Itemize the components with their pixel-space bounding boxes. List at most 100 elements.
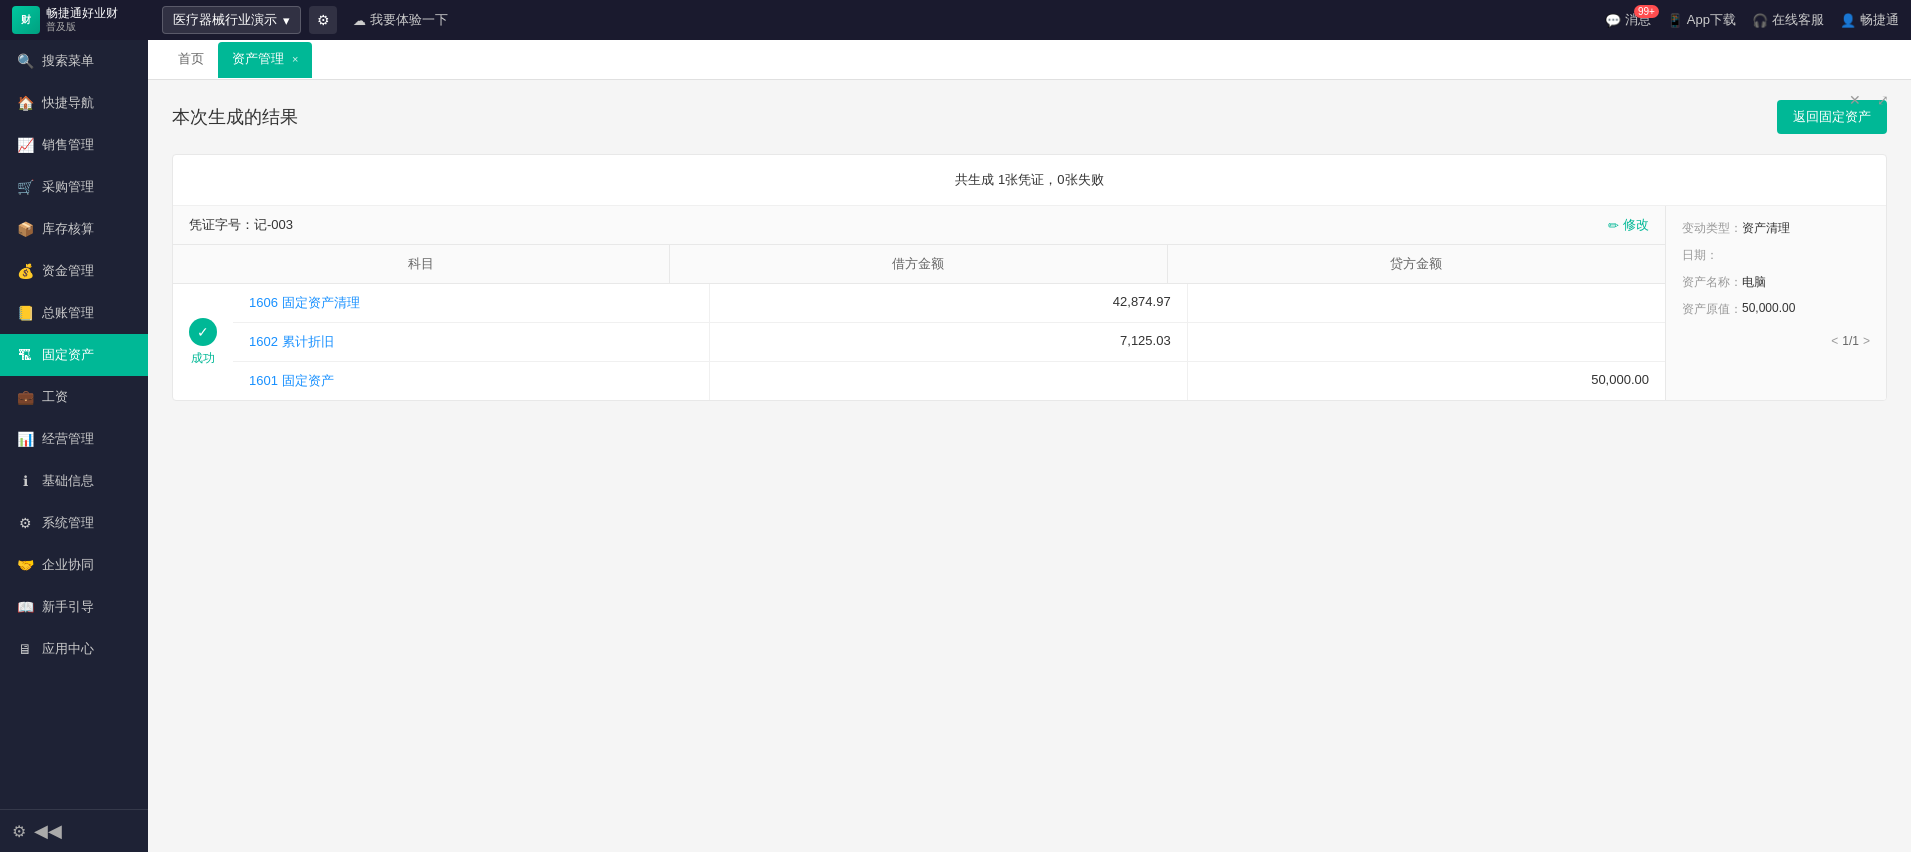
sales-icon: 📈 — [16, 136, 34, 154]
page-title-row: 本次生成的结果 返回固定资产 — [172, 100, 1887, 134]
info-change-type: 变动类型： 资产清理 — [1682, 220, 1870, 237]
collapse-icon[interactable]: ◀◀ — [34, 820, 62, 842]
table-row: 1601 固定资产 50,000.00 — [233, 362, 1665, 400]
online-service-button[interactable]: 🎧 在线客服 — [1752, 11, 1824, 29]
sidebar-item-quick-nav[interactable]: 🏠 快捷导航 — [0, 82, 148, 124]
home-icon: 🏠 — [16, 94, 34, 112]
inventory-icon: 📦 — [16, 220, 34, 238]
row1-subject: 1606 固定资产清理 — [233, 284, 710, 322]
table-row: 1606 固定资产清理 42,874.97 — [233, 284, 1665, 323]
row2-subject: 1602 累计折旧 — [233, 323, 710, 361]
header-middle: 医疗器械行业演示 ▾ ⚙ ☁ 我要体验一下 — [152, 6, 1605, 34]
app-download-button[interactable]: 📱 App下载 — [1667, 11, 1736, 29]
voucher-table: 科目 借方金额 贷方金额 ✓ 成功 — [173, 245, 1665, 400]
sidebar-label-basic-info: 基础信息 — [42, 472, 94, 490]
sidebar-item-payroll[interactable]: 💼 工资 — [0, 376, 148, 418]
asset-name-value: 电脑 — [1742, 274, 1766, 291]
service-icon: 🎧 — [1752, 13, 1768, 28]
payroll-icon: 💼 — [16, 388, 34, 406]
sidebar-item-system[interactable]: ⚙ 系统管理 — [0, 502, 148, 544]
fixed-assets-icon: 🏗 — [16, 346, 34, 364]
next-page-button[interactable]: > — [1863, 334, 1870, 348]
tab-asset-management-label: 资产管理 — [232, 50, 284, 68]
sidebar-item-enterprise[interactable]: 🤝 企业协同 — [0, 544, 148, 586]
app-name: 畅捷通好业财 — [46, 6, 118, 20]
user-icon: 👤 — [1840, 13, 1856, 28]
page-info: 1/1 — [1842, 334, 1859, 348]
info-date: 日期： — [1682, 247, 1870, 264]
sidebar-item-capital[interactable]: 💰 资金管理 — [0, 250, 148, 292]
page-content: 本次生成的结果 返回固定资产 共生成 1张凭证，0张失败 凭证字号：记-003 … — [148, 80, 1911, 852]
sidebar-item-inventory[interactable]: 📦 库存核算 — [0, 208, 148, 250]
ledger-icon: 📒 — [16, 304, 34, 322]
success-circle-icon: ✓ — [189, 318, 217, 346]
voucher-right: 变动类型： 资产清理 日期： 资产名称： 电脑 资产原值： — [1666, 206, 1886, 400]
system-icon: ⚙ — [16, 514, 34, 532]
user-button[interactable]: 👤 畅捷通 — [1840, 11, 1899, 29]
settings-bottom-icon[interactable]: ⚙ — [12, 822, 26, 841]
col-debit: 借方金额 — [670, 245, 1167, 283]
row2-debit: 7,125.03 — [710, 323, 1187, 361]
search-icon: 🔍 — [16, 52, 34, 70]
expand-panel-button[interactable]: ⤢ — [1871, 88, 1895, 112]
basic-info-icon: ℹ — [16, 472, 34, 490]
row2-credit — [1188, 323, 1665, 361]
success-indicator: ✓ 成功 — [173, 284, 233, 400]
dropdown-arrow-icon: ▾ — [283, 13, 290, 28]
row1-debit: 42,874.97 — [710, 284, 1187, 322]
experience-label: 我要体验一下 — [370, 11, 448, 29]
close-panel-button[interactable]: ✕ — [1843, 88, 1867, 112]
sidebar-label-management: 经营管理 — [42, 430, 94, 448]
tab-close-button[interactable]: × — [292, 53, 298, 65]
experience-button[interactable]: ☁ 我要体验一下 — [345, 7, 456, 33]
sidebar-item-sales[interactable]: 📈 销售管理 — [0, 124, 148, 166]
sidebar-item-search[interactable]: 🔍 搜索菜单 — [0, 40, 148, 82]
app-version: 普及版 — [46, 20, 118, 34]
settings-button[interactable]: ⚙ — [309, 6, 337, 34]
info-asset-name: 资产名称： 电脑 — [1682, 274, 1870, 291]
row3-subject: 1601 固定资产 — [233, 362, 710, 400]
pagination: < 1/1 > — [1682, 334, 1870, 348]
row3-credit: 50,000.00 — [1188, 362, 1665, 400]
purchase-icon: 🛒 — [16, 178, 34, 196]
main-layout: 🔍 搜索菜单 🏠 快捷导航 📈 销售管理 🛒 采购管理 📦 库存核算 💰 资金管… — [0, 40, 1911, 852]
sidebar-label-quick-nav: 快捷导航 — [42, 94, 94, 112]
sidebar-label-fixed-assets: 固定资产 — [42, 346, 94, 364]
sidebar-item-purchase[interactable]: 🛒 采购管理 — [0, 166, 148, 208]
table-header: 科目 借方金额 贷方金额 — [173, 245, 1665, 284]
panel-controls: ✕ ⤢ — [1843, 88, 1895, 112]
sidebar-item-fixed-assets[interactable]: 🏗 固定资产 — [0, 334, 148, 376]
sidebar-item-management[interactable]: 📊 经营管理 — [0, 418, 148, 460]
guide-icon: 📖 — [16, 598, 34, 616]
header-right: 💬 消息 99+ 📱 App下载 🎧 在线客服 👤 畅捷通 — [1605, 11, 1899, 29]
edit-button[interactable]: ✏ 修改 — [1608, 216, 1649, 234]
sidebar-item-ledger[interactable]: 📒 总账管理 — [0, 292, 148, 334]
result-card: 共生成 1张凭证，0张失败 凭证字号：记-003 ✏ 修改 — [172, 154, 1887, 401]
app-download-label: App下载 — [1687, 11, 1736, 29]
success-text: 成功 — [191, 350, 215, 367]
cloud-icon: ☁ — [353, 13, 366, 28]
asset-value-value: 50,000.00 — [1742, 301, 1795, 315]
tab-home-label: 首页 — [178, 50, 204, 68]
tab-home[interactable]: 首页 — [164, 42, 218, 78]
sidebar-label-inventory: 库存核算 — [42, 220, 94, 238]
asset-value-label: 资产原值： — [1682, 301, 1742, 318]
app-center-icon: 🖥 — [16, 640, 34, 658]
sidebar-item-basic-info[interactable]: ℹ 基础信息 — [0, 460, 148, 502]
app-logo: 财 畅捷通好业财 普及版 — [12, 6, 152, 34]
sidebar-bottom: ⚙ ◀◀ — [0, 809, 148, 852]
voucher-section: 凭证字号：记-003 ✏ 修改 科目 借方金额 贷方金额 — [173, 206, 1886, 400]
prev-page-button[interactable]: < — [1831, 334, 1838, 348]
asset-name-label: 资产名称： — [1682, 274, 1742, 291]
sidebar-item-guide[interactable]: 📖 新手引导 — [0, 586, 148, 628]
tab-asset-management[interactable]: 资产管理 × — [218, 42, 312, 78]
message-button[interactable]: 💬 消息 99+ — [1605, 11, 1651, 29]
voucher-number: 凭证字号：记-003 — [189, 216, 293, 234]
logo-icon: 财 — [12, 6, 40, 34]
sidebar-item-app-center[interactable]: 🖥 应用中心 — [0, 628, 148, 670]
capital-icon: 💰 — [16, 262, 34, 280]
sidebar-label-search: 搜索菜单 — [42, 52, 94, 70]
page-title: 本次生成的结果 — [172, 105, 298, 129]
company-selector[interactable]: 医疗器械行业演示 ▾ — [162, 6, 301, 34]
sidebar-label-guide: 新手引导 — [42, 598, 94, 616]
